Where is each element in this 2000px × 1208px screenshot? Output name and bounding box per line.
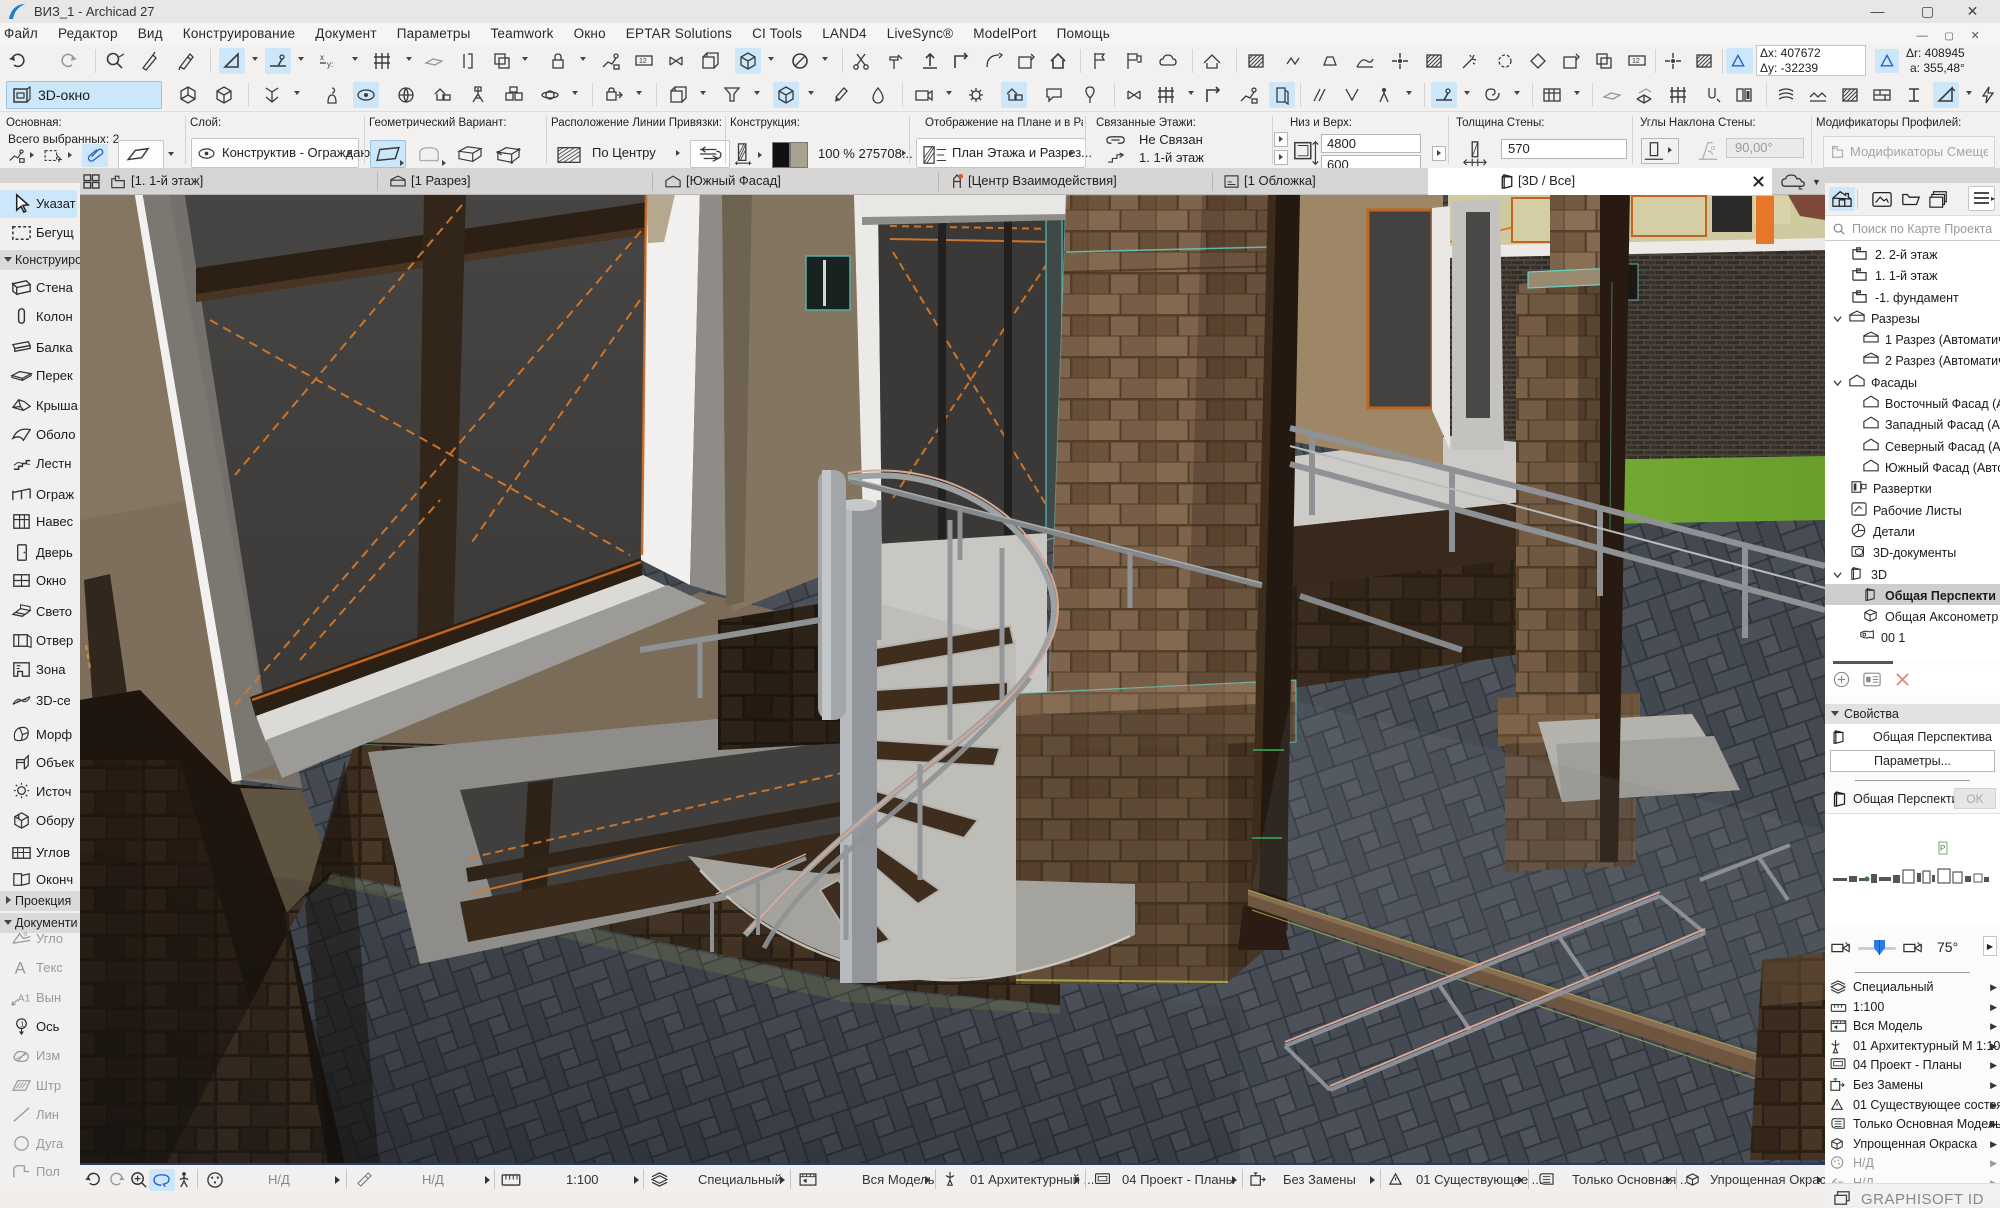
- svg-text:A1: A1: [18, 992, 31, 1004]
- svg-text:α: α: [1711, 143, 1716, 152]
- svg-text:α: α: [23, 931, 27, 938]
- svg-text:12: 12: [1632, 58, 1640, 65]
- svg-text:y:: y:: [327, 60, 333, 69]
- svg-text:A: A: [15, 959, 26, 977]
- svg-text:1: 1: [20, 1020, 24, 1029]
- svg-text:x: x: [320, 53, 324, 62]
- svg-text:12: 12: [639, 58, 647, 65]
- svg-text:P: P: [1940, 844, 1945, 853]
